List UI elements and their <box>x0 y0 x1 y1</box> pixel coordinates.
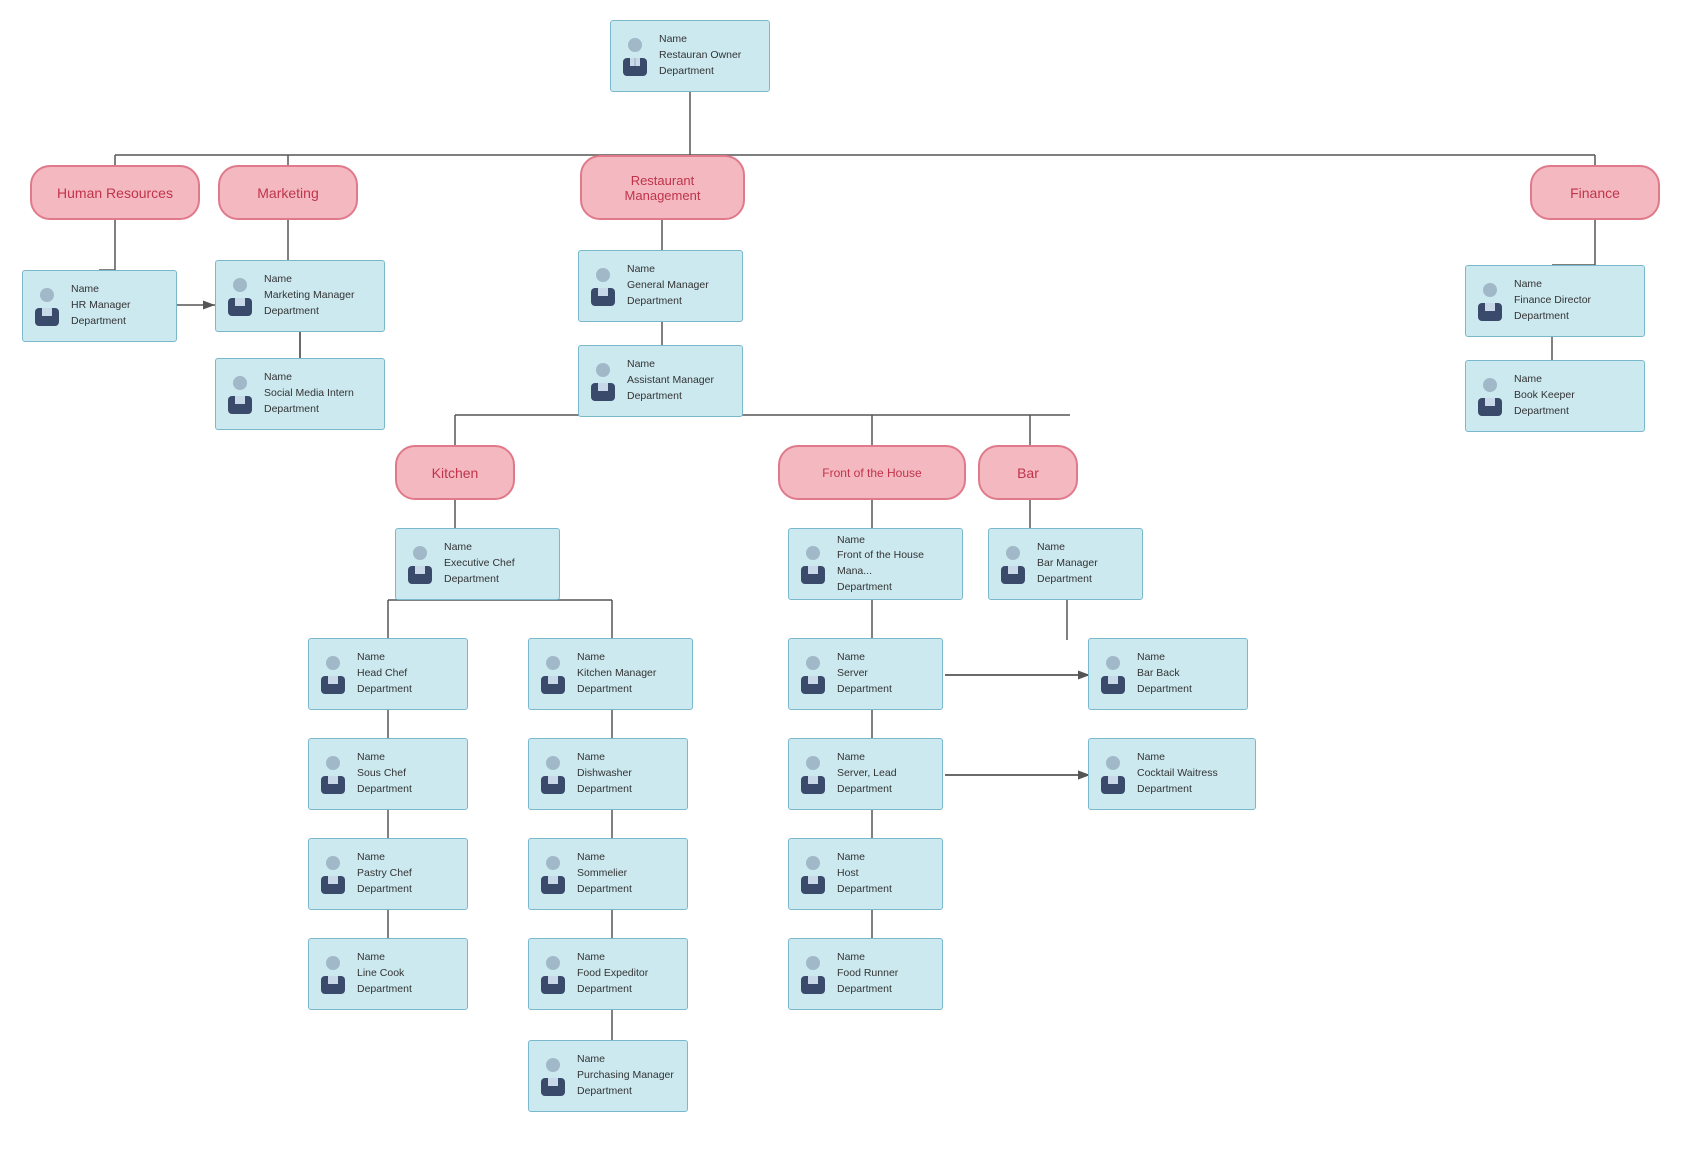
mktg-mgr-info: Name Marketing Manager Department <box>264 272 354 319</box>
sommelier-card: Name Sommelier Department <box>528 838 688 910</box>
bookkeeper-avatar <box>1472 374 1508 418</box>
purchasing-mgr-avatar <box>535 1054 571 1098</box>
kitchen-mgr-avatar <box>535 652 571 696</box>
bookkeeper-info: Name Book Keeper Department <box>1514 372 1575 419</box>
general-mgr-card: Name General Manager Department <box>578 250 743 322</box>
food-runner-avatar <box>795 952 831 996</box>
asst-mgr-info: Name Assistant Manager Department <box>627 357 714 404</box>
head-chef-card: Name Head Chef Department <box>308 638 468 710</box>
kitchen-mgr-info: Name Kitchen Manager Department <box>577 650 656 697</box>
sommelier-avatar <box>535 852 571 896</box>
foh-mgr-card: Name Front of the House Mana... Departme… <box>788 528 963 600</box>
marketing-dept-label: Marketing <box>218 165 358 220</box>
bar-mgr-card: Name Bar Manager Department <box>988 528 1143 600</box>
social-intern-avatar <box>222 372 258 416</box>
cocktail-waitress-avatar <box>1095 752 1131 796</box>
exec-chef-info: Name Executive Chef Department <box>444 540 515 587</box>
cocktail-waitress-info: Name Cocktail Waitress Department <box>1137 750 1218 797</box>
bookkeeper-card: Name Book Keeper Department <box>1465 360 1645 432</box>
food-runner-card: Name Food Runner Department <box>788 938 943 1010</box>
server-info: Name Server Department <box>837 650 892 697</box>
food-exp-info: Name Food Expeditor Department <box>577 950 648 997</box>
restaurant-mgmt-dept-label: RestaurantManagement <box>580 155 745 220</box>
line-cook-info: Name Line Cook Department <box>357 950 412 997</box>
server-lead-info: Name Server, Lead Department <box>837 750 897 797</box>
asst-mgr-card: Name Assistant Manager Department <box>578 345 743 417</box>
hr-manager-card: Name HR Manager Department <box>22 270 177 342</box>
gen-mgr-avatar <box>585 264 621 308</box>
org-chart: Name Restauran Owner Department Human Re… <box>0 0 1699 1162</box>
head-chef-avatar <box>315 652 351 696</box>
pastry-chef-card: Name Pastry Chef Department <box>308 838 468 910</box>
food-exp-avatar <box>535 952 571 996</box>
sous-chef-info: Name Sous Chef Department <box>357 750 412 797</box>
dishwasher-info: Name Dishwasher Department <box>577 750 632 797</box>
host-card: Name Host Department <box>788 838 943 910</box>
mktg-mgr-avatar <box>222 274 258 318</box>
cocktail-waitress-card: Name Cocktail Waitress Department <box>1088 738 1256 810</box>
exec-chef-card: Name Executive Chef Department <box>395 528 560 600</box>
marketing-mgr-card: Name Marketing Manager Department <box>215 260 385 332</box>
foh-mgr-info: Name Front of the House Mana... Departme… <box>837 533 956 596</box>
server-card: Name Server Department <box>788 638 943 710</box>
host-info: Name Host Department <box>837 850 892 897</box>
social-intern-card: Name Social Media Intern Department <box>215 358 385 430</box>
owner-card: Name Restauran Owner Department <box>610 20 770 92</box>
sous-chef-avatar <box>315 752 351 796</box>
finance-dept-label: Finance <box>1530 165 1660 220</box>
kitchen-dept-label: Kitchen <box>395 445 515 500</box>
head-chef-info: Name Head Chef Department <box>357 650 412 697</box>
server-avatar <box>795 652 831 696</box>
foh-dept-label: Front of the House <box>778 445 966 500</box>
line-cook-card: Name Line Cook Department <box>308 938 468 1010</box>
bar-back-info: Name Bar Back Department <box>1137 650 1192 697</box>
bar-back-card: Name Bar Back Department <box>1088 638 1248 710</box>
hr-dept-label: Human Resources <box>30 165 200 220</box>
finance-dir-avatar <box>1472 279 1508 323</box>
hr-mgr-avatar <box>29 284 65 328</box>
food-expeditor-card: Name Food Expeditor Department <box>528 938 688 1010</box>
pastry-chef-info: Name Pastry Chef Department <box>357 850 412 897</box>
owner-avatar <box>617 34 653 78</box>
asst-mgr-avatar <box>585 359 621 403</box>
purchasing-mgr-info: Name Purchasing Manager Department <box>577 1052 674 1099</box>
server-lead-card: Name Server, Lead Department <box>788 738 943 810</box>
dishwasher-avatar <box>535 752 571 796</box>
finance-dir-info: Name Finance Director Department <box>1514 277 1591 324</box>
kitchen-mgr-card: Name Kitchen Manager Department <box>528 638 693 710</box>
finance-dir-card: Name Finance Director Department <box>1465 265 1645 337</box>
server-lead-avatar <box>795 752 831 796</box>
bar-mgr-avatar <box>995 542 1031 586</box>
bar-dept-label: Bar <box>978 445 1078 500</box>
bar-back-avatar <box>1095 652 1131 696</box>
purchasing-mgr-card: Name Purchasing Manager Department <box>528 1040 688 1112</box>
owner-info: Name Restauran Owner Department <box>659 32 741 79</box>
foh-mgr-avatar <box>795 542 831 586</box>
host-avatar <box>795 852 831 896</box>
social-intern-info: Name Social Media Intern Department <box>264 370 354 417</box>
sous-chef-card: Name Sous Chef Department <box>308 738 468 810</box>
hr-mgr-info: Name HR Manager Department <box>71 282 131 329</box>
gen-mgr-info: Name General Manager Department <box>627 262 709 309</box>
bar-mgr-info: Name Bar Manager Department <box>1037 540 1098 587</box>
sommelier-info: Name Sommelier Department <box>577 850 632 897</box>
exec-chef-avatar <box>402 542 438 586</box>
pastry-chef-avatar <box>315 852 351 896</box>
food-runner-info: Name Food Runner Department <box>837 950 898 997</box>
dishwasher-card: Name Dishwasher Department <box>528 738 688 810</box>
line-cook-avatar <box>315 952 351 996</box>
